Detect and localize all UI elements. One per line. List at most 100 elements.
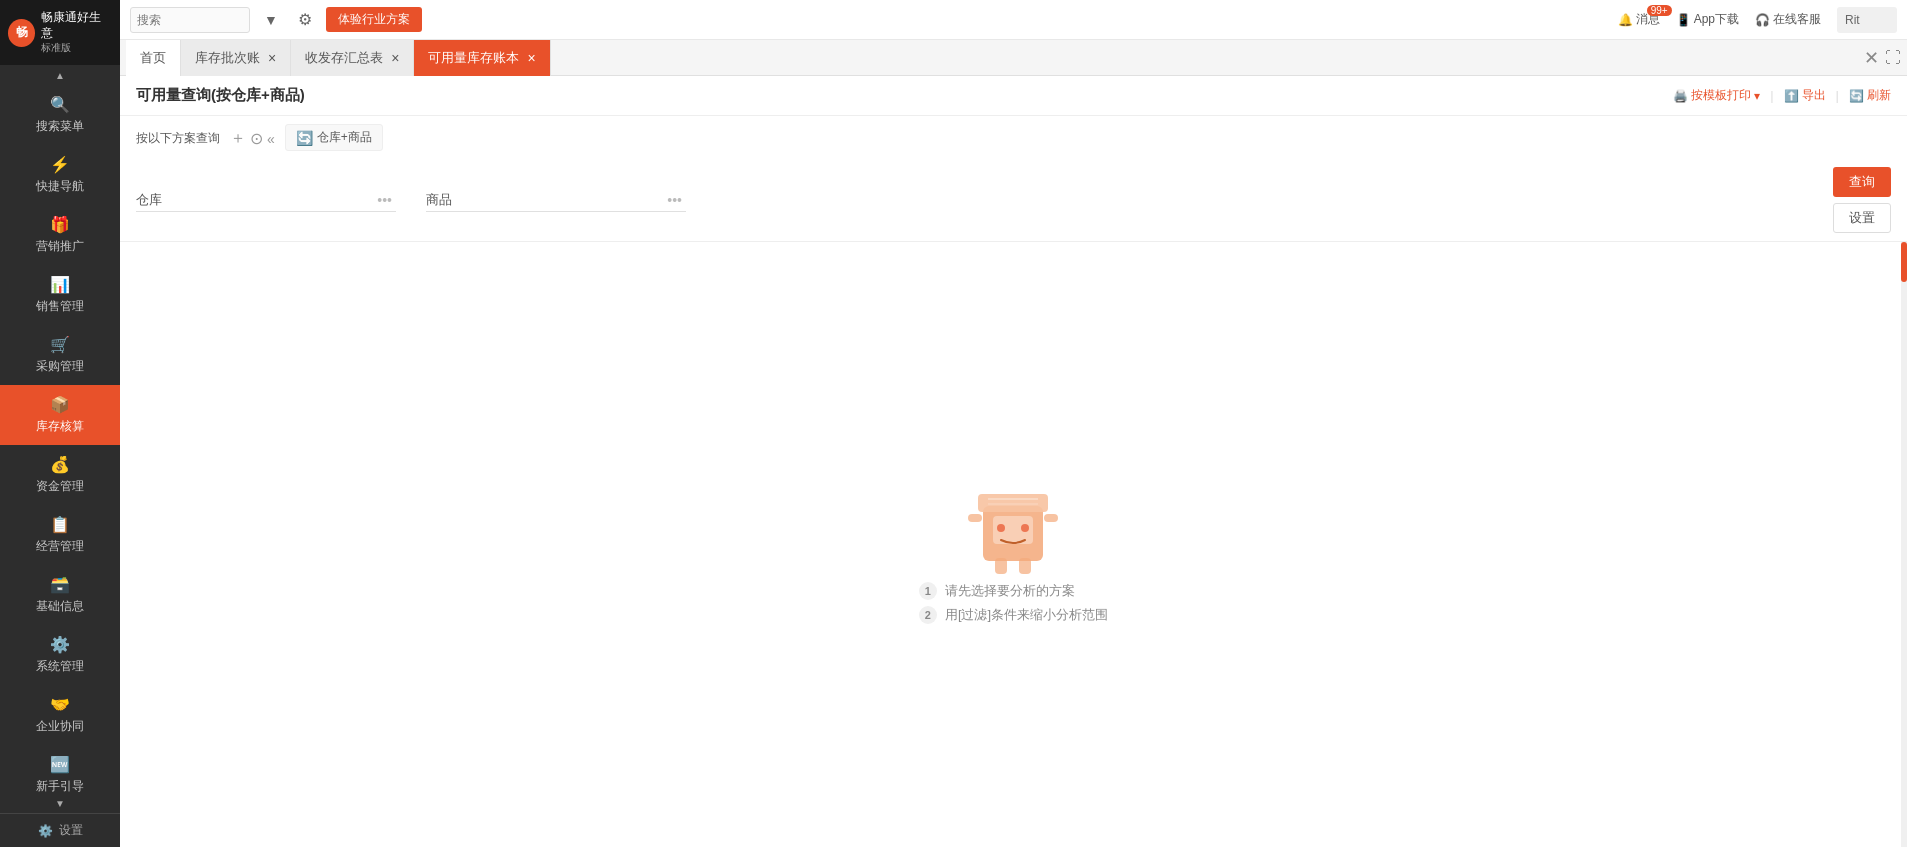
edit-scheme-button[interactable]: ⊙ — [250, 129, 263, 148]
product-input[interactable] — [462, 188, 663, 211]
sidebar-scroll-down[interactable]: ▼ — [0, 793, 120, 813]
svg-rect-6 — [1044, 514, 1058, 522]
quick-nav-icon: ⚡ — [50, 155, 70, 174]
export-button[interactable]: ⬆️ 导出 — [1784, 87, 1826, 104]
product-label: 商品 — [426, 191, 462, 209]
expand-tab-button[interactable]: ⛶ — [1885, 49, 1901, 67]
scheme-item[interactable]: 🔄 仓库+商品 — [285, 124, 383, 151]
collapse-filter-button[interactable]: « — [267, 131, 275, 147]
product-more-button[interactable]: ••• — [663, 192, 686, 208]
refresh-button[interactable]: 🔄 刷新 — [1849, 87, 1891, 104]
sidebar-item-marketing[interactable]: 🎁 营销推广 — [0, 205, 120, 265]
close-tab-button[interactable]: ✕ — [1864, 47, 1879, 69]
settings-button[interactable]: 设置 — [1833, 203, 1891, 233]
sidebar-item-finance[interactable]: 💰 资金管理 — [0, 445, 120, 505]
content-area: 1 请先选择要分析的方案 2 用[过滤]条件来缩小分析范围 — [120, 242, 1907, 847]
sidebar-item-enterprise[interactable]: 🤝 企业协同 — [0, 685, 120, 745]
sidebar-item-purchase[interactable]: 🛒 采购管理 — [0, 325, 120, 385]
svg-point-3 — [997, 524, 1005, 532]
sidebar-bottom[interactable]: ⚙️ 设置 — [0, 813, 120, 847]
refresh-icon: 🔄 — [1849, 89, 1864, 103]
scheme-label: 仓库+商品 — [317, 129, 372, 146]
filter-label: 按以下方案查询 — [136, 124, 220, 147]
search-icon: 🔍 — [50, 95, 70, 114]
trial-industry-button[interactable]: 体验行业方案 — [326, 7, 422, 32]
query-button[interactable]: 查询 — [1833, 167, 1891, 197]
main-content: ▼ ⚙ 体验行业方案 🔔 消息 99+ 📱 App下载 🎧 在线客服 Rit — [120, 0, 1907, 847]
sidebar-item-sales[interactable]: 📊 销售管理 — [0, 265, 120, 325]
svg-rect-8 — [1019, 558, 1031, 574]
tab-home[interactable]: 首页 — [126, 40, 181, 76]
sidebar-settings-label: 设置 — [59, 822, 83, 839]
sidebar-item-label: 经营管理 — [36, 538, 84, 555]
warehouse-input[interactable] — [172, 188, 373, 211]
action-buttons: 查询 设置 — [1833, 167, 1907, 233]
user-avatar[interactable]: Rit — [1837, 7, 1897, 33]
tab-label: 库存批次账 — [195, 49, 260, 67]
tab-close-batch[interactable]: × — [268, 51, 276, 65]
tab-close-available[interactable]: × — [527, 51, 535, 65]
export-icon: ⬆️ — [1784, 89, 1799, 103]
sidebar-item-inventory[interactable]: 📦 库存核算 — [0, 385, 120, 445]
warehouse-label: 仓库 — [136, 191, 172, 209]
online-service-link[interactable]: 🎧 在线客服 — [1755, 11, 1821, 28]
settings-icon: ⚙️ — [38, 824, 53, 838]
home-label: 首页 — [140, 49, 166, 67]
sidebar-item-system[interactable]: ⚙️ 系统管理 — [0, 625, 120, 685]
sidebar-item-label: 销售管理 — [36, 298, 84, 315]
sidebar-item-label: 搜索菜单 — [36, 118, 84, 135]
sidebar-item-guide[interactable]: 🆕 新手引导 — [0, 745, 120, 793]
finance-icon: 💰 — [50, 455, 70, 474]
search-button[interactable]: ▼ — [258, 7, 284, 33]
sidebar-logo: 畅 畅康通好生意 标准版 — [0, 0, 120, 65]
tabs-bar: 首页 库存批次账 × 收发存汇总表 × 可用量库存账本 × ✕ ⛶ — [120, 40, 1907, 76]
logo-name: 畅康通好生意 — [41, 10, 112, 41]
sidebar-scroll-up[interactable]: ▲ — [0, 65, 120, 85]
search-input[interactable] — [130, 7, 250, 33]
sidebar-item-label: 新手引导 — [36, 778, 84, 793]
system-icon: ⚙️ — [50, 635, 70, 654]
inventory-icon: 📦 — [50, 395, 70, 414]
enterprise-icon: 🤝 — [50, 695, 70, 714]
tab-batch-account[interactable]: 库存批次账 × — [181, 40, 291, 76]
scrollbar-thumb — [1901, 242, 1907, 282]
sidebar-item-label: 基础信息 — [36, 598, 84, 615]
hint-text-1: 请先选择要分析的方案 — [945, 582, 1075, 600]
sidebar-item-base[interactable]: 🗃️ 基础信息 — [0, 565, 120, 625]
app-download-link[interactable]: 📱 App下载 — [1676, 11, 1739, 28]
hint-num-1: 1 — [919, 582, 937, 600]
tabs-controls: ✕ ⛶ — [1864, 47, 1901, 69]
empty-svg — [963, 466, 1063, 576]
tab-label: 可用量库存账本 — [428, 49, 519, 67]
warehouse-more-button[interactable]: ••• — [373, 192, 396, 208]
tab-label: 收发存汇总表 — [305, 49, 383, 67]
filter-scheme-actions: ＋ ⊙ « — [230, 124, 275, 149]
svg-rect-5 — [968, 514, 982, 522]
warehouse-field: 仓库 ••• — [136, 188, 396, 212]
sidebar-nav: 🔍 搜索菜单 ⚡ 快捷导航 🎁 营销推广 📊 销售管理 🛒 采购管理 📦 库存核… — [0, 85, 120, 793]
tab-close-collect[interactable]: × — [391, 51, 399, 65]
filter-row: 按以下方案查询 ＋ ⊙ « 🔄 仓库+商品 — [120, 116, 1907, 159]
gear-button[interactable]: ⚙ — [292, 7, 318, 33]
sidebar-item-business[interactable]: 📋 经营管理 — [0, 505, 120, 565]
sidebar-item-label: 采购管理 — [36, 358, 84, 375]
page-title: 可用量查询(按仓库+商品) — [136, 86, 305, 105]
topbar: ▼ ⚙ 体验行业方案 🔔 消息 99+ 📱 App下载 🎧 在线客服 Rit — [120, 0, 1907, 40]
message-badge: 99+ — [1647, 5, 1672, 16]
logo-sub: 标准版 — [41, 41, 112, 55]
right-scrollbar[interactable] — [1901, 242, 1907, 847]
message-button[interactable]: 🔔 消息 99+ — [1618, 11, 1660, 28]
empty-state: 1 请先选择要分析的方案 2 用[过滤]条件来缩小分析范围 — [919, 466, 1108, 624]
marketing-icon: 🎁 — [50, 215, 70, 234]
tab-collect-account[interactable]: 收发存汇总表 × — [291, 40, 414, 76]
template-print-button[interactable]: 🖨️ 按模板打印 ▾ — [1673, 87, 1760, 104]
add-scheme-button[interactable]: ＋ — [230, 128, 246, 149]
sidebar-item-search[interactable]: 🔍 搜索菜单 — [0, 85, 120, 145]
hint-2: 2 用[过滤]条件来缩小分析范围 — [919, 606, 1108, 624]
sidebar-item-quick-nav[interactable]: ⚡ 快捷导航 — [0, 145, 120, 205]
logo-icon: 畅 — [8, 19, 35, 47]
app-icon: 📱 — [1676, 13, 1691, 27]
topbar-right: 🔔 消息 99+ 📱 App下载 🎧 在线客服 Rit — [1618, 7, 1897, 33]
tab-available-account[interactable]: 可用量库存账本 × — [414, 40, 550, 76]
svg-point-4 — [1021, 524, 1029, 532]
